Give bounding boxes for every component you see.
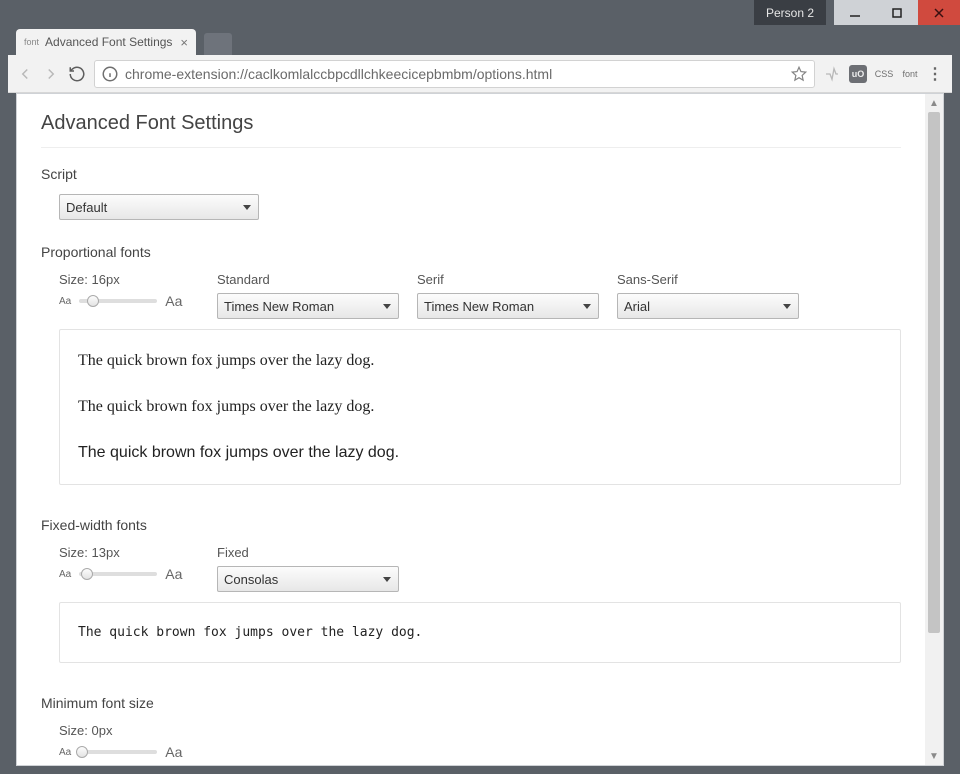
extension-icon[interactable] [823, 66, 841, 82]
reload-button[interactable] [68, 65, 86, 83]
standard-font-value: Times New Roman [224, 299, 334, 314]
fixed-font-select[interactable]: Consolas [217, 566, 399, 592]
serif-font-value: Times New Roman [424, 299, 534, 314]
tab-favicon: font [24, 37, 39, 47]
extension-font-icon[interactable]: font [901, 66, 919, 82]
browser-tab[interactable]: font Advanced Font Settings × [16, 29, 196, 55]
vertical-scrollbar[interactable]: ▲ ▼ [925, 94, 943, 765]
slider-max-icon: Aa [165, 293, 182, 309]
extension-css-icon[interactable]: CSS [875, 66, 893, 82]
browser-toolbar: chrome-extension://caclkomlalccbpcdllchk… [8, 55, 952, 93]
bookmark-star-icon[interactable] [790, 65, 808, 83]
slider-thumb[interactable] [76, 746, 88, 758]
chevron-down-icon [582, 299, 592, 314]
fixed-sample-box: The quick brown fox jumps over the lazy … [59, 602, 901, 663]
browser-tabstrip: font Advanced Font Settings × [8, 25, 952, 55]
sans-font-select[interactable]: Arial [617, 293, 799, 319]
fixed-size-label: Size: 13px [59, 545, 199, 560]
chevron-down-icon [242, 200, 252, 215]
scrollbar-thumb[interactable] [928, 112, 940, 633]
page-title: Advanced Font Settings [41, 112, 901, 148]
fixed-size-slider[interactable] [79, 572, 157, 576]
chevron-down-icon [382, 299, 392, 314]
ublock-icon[interactable]: uO [849, 65, 867, 83]
minimum-size-slider[interactable] [79, 750, 157, 754]
standard-font-select[interactable]: Times New Roman [217, 293, 399, 319]
new-tab-button[interactable] [204, 33, 232, 55]
address-bar[interactable]: chrome-extension://caclkomlalccbpcdllchk… [94, 60, 815, 88]
sans-font-value: Arial [624, 299, 650, 314]
standard-label: Standard [217, 272, 399, 287]
sample-serif: The quick brown fox jumps over the lazy … [78, 398, 882, 416]
serif-font-select[interactable]: Times New Roman [417, 293, 599, 319]
proportional-size-label: Size: 16px [59, 272, 199, 287]
slider-min-icon: Aa [59, 569, 71, 580]
chevron-down-icon [782, 299, 792, 314]
slider-min-icon: Aa [59, 296, 71, 307]
window-maximize-button[interactable] [876, 0, 918, 25]
minimum-heading: Minimum font size [41, 695, 901, 711]
scroll-up-arrow[interactable]: ▲ [925, 94, 943, 112]
sample-fixed: The quick brown fox jumps over the lazy … [78, 625, 882, 640]
browser-menu-button[interactable]: ⋮ [927, 64, 944, 84]
window-titlebar: Person 2 [0, 0, 960, 25]
serif-label: Serif [417, 272, 599, 287]
proportional-heading: Proportional fonts [41, 244, 901, 260]
slider-max-icon: Aa [165, 566, 182, 582]
window-close-button[interactable] [918, 0, 960, 25]
sample-standard: The quick brown fox jumps over the lazy … [78, 352, 882, 370]
tab-title: Advanced Font Settings [45, 35, 172, 49]
fixed-heading: Fixed-width fonts [41, 517, 901, 533]
url-text: chrome-extension://caclkomlalccbpcdllchk… [125, 66, 784, 82]
chevron-down-icon [382, 572, 392, 587]
minimum-size-label: Size: 0px [59, 723, 219, 738]
slider-min-icon: Aa [59, 747, 71, 758]
script-section-label: Script [41, 166, 901, 182]
site-info-icon[interactable] [101, 65, 119, 83]
window-minimize-button[interactable] [834, 0, 876, 25]
page-viewport: Advanced Font Settings Script Default Pr… [17, 94, 925, 765]
proportional-size-slider[interactable] [79, 299, 157, 303]
slider-max-icon: Aa [165, 744, 182, 760]
back-button[interactable] [16, 65, 34, 83]
sample-sans: The quick brown fox jumps over the lazy … [78, 444, 882, 462]
forward-button[interactable] [42, 65, 60, 83]
slider-thumb[interactable] [81, 568, 93, 580]
fixed-font-value: Consolas [224, 572, 278, 587]
scroll-down-arrow[interactable]: ▼ [925, 747, 943, 765]
sans-label: Sans-Serif [617, 272, 799, 287]
close-tab-icon[interactable]: × [180, 35, 188, 50]
proportional-sample-box: The quick brown fox jumps over the lazy … [59, 329, 901, 485]
fixed-column-label: Fixed [217, 545, 399, 560]
script-select[interactable]: Default [59, 194, 259, 220]
script-select-value: Default [66, 200, 107, 215]
slider-thumb[interactable] [87, 295, 99, 307]
profile-badge[interactable]: Person 2 [754, 0, 826, 25]
